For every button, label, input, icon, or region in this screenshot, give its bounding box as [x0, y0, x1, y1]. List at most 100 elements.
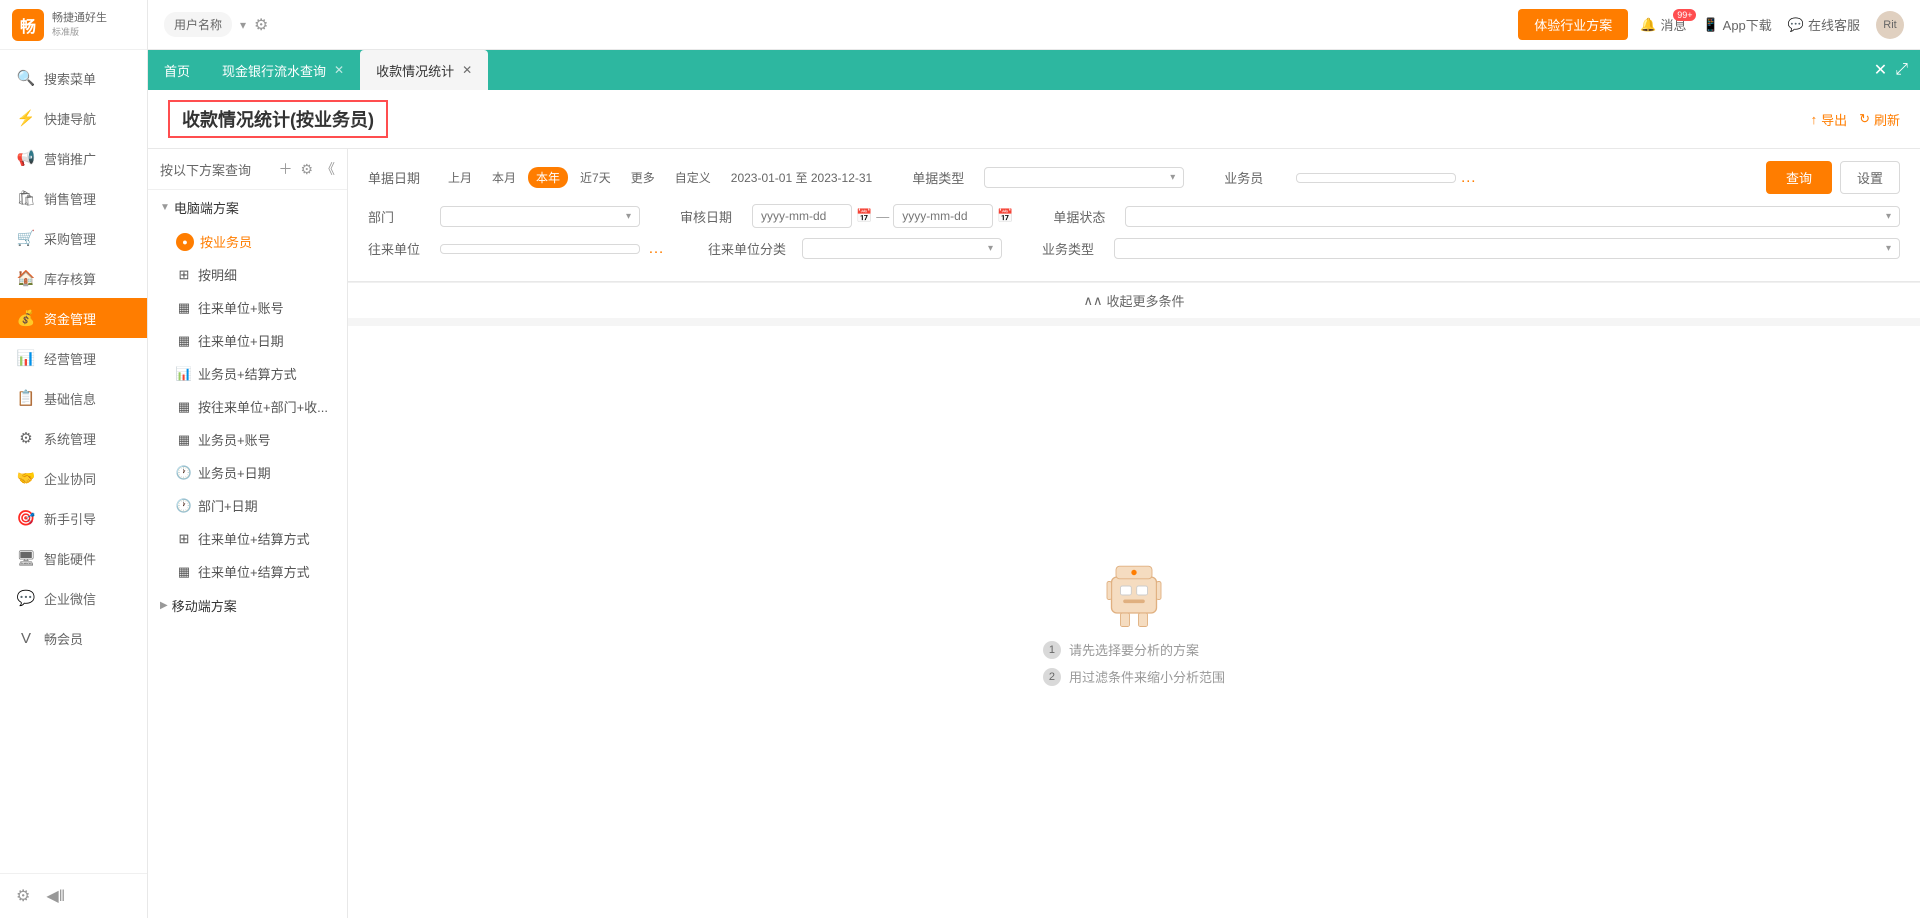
salesperson-more-icon[interactable]: …	[1460, 169, 1476, 187]
plan-item-dept-date[interactable]: 🕐 部门+日期	[148, 489, 347, 522]
plan-item-unit-settle2[interactable]: ▦ 往来单位+结算方式	[148, 555, 347, 588]
avatar[interactable]: Rit	[1876, 11, 1904, 39]
user-name[interactable]: 用户名称	[164, 12, 232, 37]
sidebar-item-operation[interactable]: 📊 经营管理	[0, 338, 147, 378]
quicknav-icon: ⚡	[16, 108, 36, 128]
plan-group-desktop: ▼ 电脑端方案 ● 按业务员 ⊞ 按明细 ▦ 往	[148, 190, 347, 588]
plan-item-unit-account[interactable]: ▦ 往来单位+账号	[148, 291, 347, 324]
plan-item-unit-date[interactable]: ▦ 往来单位+日期	[148, 324, 347, 357]
review-date-start-input[interactable]	[752, 204, 852, 228]
collapse-bar-text: ∧∧ 收起更多条件	[1083, 291, 1184, 310]
sidebar-label-hardware: 智能硬件	[44, 549, 96, 568]
tab-home-label: 首页	[164, 61, 190, 80]
sidebar-item-member[interactable]: V 畅会员	[0, 618, 147, 658]
sidebar-item-guide[interactable]: 🎯 新手引导	[0, 498, 147, 538]
export-button[interactable]: ↑ 导出	[1811, 110, 1848, 129]
collapse-sidebar-icon[interactable]: ◀‖	[46, 886, 65, 906]
tabbar: 首页 现金银行流水查询 ✕ 收款情况统计 ✕ ✕ ⤢	[148, 50, 1920, 90]
refresh-label: 刷新	[1874, 110, 1900, 129]
date-tab-more[interactable]: 更多	[623, 167, 663, 188]
collapse-bar[interactable]: ∧∧ 收起更多条件	[348, 282, 1920, 318]
refresh-icon: ↻	[1859, 111, 1870, 127]
sidebar-item-hardware[interactable]: 🖥 智能硬件	[0, 538, 147, 578]
logo-text-area: 畅捷通好生 标准版	[52, 11, 107, 38]
app-download-label: App下载	[1723, 15, 1772, 34]
refresh-button[interactable]: ↻ 刷新	[1859, 110, 1900, 129]
app-download-button[interactable]: 📱 App下载	[1702, 15, 1771, 34]
date-tab-this-month[interactable]: 本月	[484, 167, 524, 188]
tab-collection[interactable]: 收款情况统计 ✕	[360, 50, 488, 90]
topbar-chevron-icon[interactable]: ▾	[240, 18, 246, 32]
review-date-icon-start: 📅	[856, 208, 872, 224]
doc-type-select[interactable]: ▾	[984, 167, 1184, 188]
review-date-input-group: 📅 — 📅	[752, 204, 1013, 228]
active-dot: ●	[176, 233, 194, 251]
doc-status-select[interactable]: ▾	[1125, 206, 1900, 227]
plan-group-mobile-header[interactable]: ▶ 移动端方案	[148, 588, 347, 623]
sidebar-item-basic[interactable]: 📋 基础信息	[0, 378, 147, 418]
detail-icon: ⊞	[176, 267, 192, 283]
plan-item-detail[interactable]: ⊞ 按明细	[148, 258, 347, 291]
online-service-button[interactable]: 💬 在线客服	[1788, 15, 1860, 34]
logo-icon: 畅	[12, 9, 44, 41]
message-bell-icon: 🔔	[1640, 17, 1656, 33]
date-tab-7days[interactable]: 近7天	[572, 167, 619, 188]
marketing-icon: 📢	[16, 148, 36, 168]
tab-home[interactable]: 首页	[148, 50, 206, 90]
sidebar-item-quicknav[interactable]: ⚡ 快捷导航	[0, 98, 147, 138]
query-button[interactable]: 查询	[1766, 161, 1832, 194]
inventory-icon: 🏠	[16, 268, 36, 288]
enterprise-icon: 🤝	[16, 468, 36, 488]
sidebar-item-wechat[interactable]: 💬 企业微信	[0, 578, 147, 618]
biz-type-arrow-icon: ▾	[1886, 243, 1891, 254]
messages-button[interactable]: 🔔 消息 99+	[1640, 15, 1686, 34]
plan-item-salesperson-settle[interactable]: 📊 业务员+结算方式	[148, 357, 347, 390]
plan-item-salesperson-date[interactable]: 🕐 业务员+日期	[148, 456, 347, 489]
plan-item-salesperson-account[interactable]: ▦ 业务员+账号	[148, 423, 347, 456]
plan-group-mobile-arrow-icon: ▶	[160, 600, 168, 611]
plan-item-salesperson[interactable]: ● 按业务员	[148, 225, 347, 258]
date-tab-custom[interactable]: 自定义	[667, 167, 719, 188]
salesperson-label: 业务员	[1224, 168, 1280, 187]
trial-button[interactable]: 体验行业方案	[1518, 9, 1628, 40]
biz-type-select[interactable]: ▾	[1114, 238, 1900, 259]
plan-item-salesperson-account-label: 业务员+账号	[198, 430, 271, 449]
sidebar-item-purchase[interactable]: 🛒 采购管理	[0, 218, 147, 258]
partner-category-select[interactable]: ▾	[802, 238, 1002, 259]
setting-button[interactable]: 设置	[1840, 161, 1900, 194]
plan-item-unit-dept[interactable]: ▦ 按往来单位+部门+收...	[148, 390, 347, 423]
partner-more-icon[interactable]: …	[648, 240, 664, 258]
sidebar-item-search[interactable]: 🔍 搜索菜单	[0, 58, 147, 98]
tab-bank-close-icon[interactable]: ✕	[334, 63, 344, 77]
add-plan-icon[interactable]: ＋	[278, 159, 292, 179]
sidebar-label-wechat: 企业微信	[44, 589, 96, 608]
sidebar-item-marketing[interactable]: 📢 营销推广	[0, 138, 147, 178]
tab-collection-close-icon[interactable]: ✕	[462, 63, 472, 77]
topbar-gear-icon[interactable]: ⚙	[254, 15, 268, 35]
collapse-plan-icon[interactable]: 《	[321, 159, 335, 179]
dept-select[interactable]: ▾	[440, 206, 640, 227]
partner-select[interactable]	[440, 244, 640, 254]
tab-maximize-icon[interactable]: ⤢	[1895, 61, 1908, 79]
filter-row-2: 部门 ▾ 审核日期 📅 — 📅 单据状态	[368, 204, 1900, 228]
review-date-end-input[interactable]	[893, 204, 993, 228]
online-service-label: 在线客服	[1808, 15, 1860, 34]
plan-item-unit-settle1[interactable]: ⊞ 往来单位+结算方式	[148, 522, 347, 555]
sidebar-item-enterprise[interactable]: 🤝 企业协同	[0, 458, 147, 498]
salesperson-select[interactable]	[1296, 173, 1456, 183]
sidebar-item-inventory[interactable]: 🏠 库存核算	[0, 258, 147, 298]
date-tab-this-year[interactable]: 本年	[528, 167, 568, 188]
sidebar-item-finance[interactable]: 💰 资金管理	[0, 298, 147, 338]
logo-badge: 标准版	[52, 25, 107, 38]
messages-badge: 99+	[1673, 9, 1696, 21]
plan-group-desktop-header[interactable]: ▼ 电脑端方案	[148, 190, 347, 225]
settings-plan-icon[interactable]: ⚙	[300, 161, 313, 178]
sidebar-item-system[interactable]: ⚙ 系统管理	[0, 418, 147, 458]
sidebar-item-sales[interactable]: 🛍 销售管理	[0, 178, 147, 218]
date-tab-last-month[interactable]: 上月	[440, 167, 480, 188]
topbar: 用户名称 ▾ ⚙ 体验行业方案 🔔 消息 99+ 📱 App下载 💬 在线客服 …	[148, 0, 1920, 50]
topbar-left: 用户名称 ▾ ⚙	[164, 12, 1506, 37]
tab-close-window-icon[interactable]: ✕	[1874, 60, 1887, 80]
tab-bank[interactable]: 现金银行流水查询 ✕	[206, 50, 360, 90]
settings-bottom-icon[interactable]: ⚙	[16, 886, 30, 906]
